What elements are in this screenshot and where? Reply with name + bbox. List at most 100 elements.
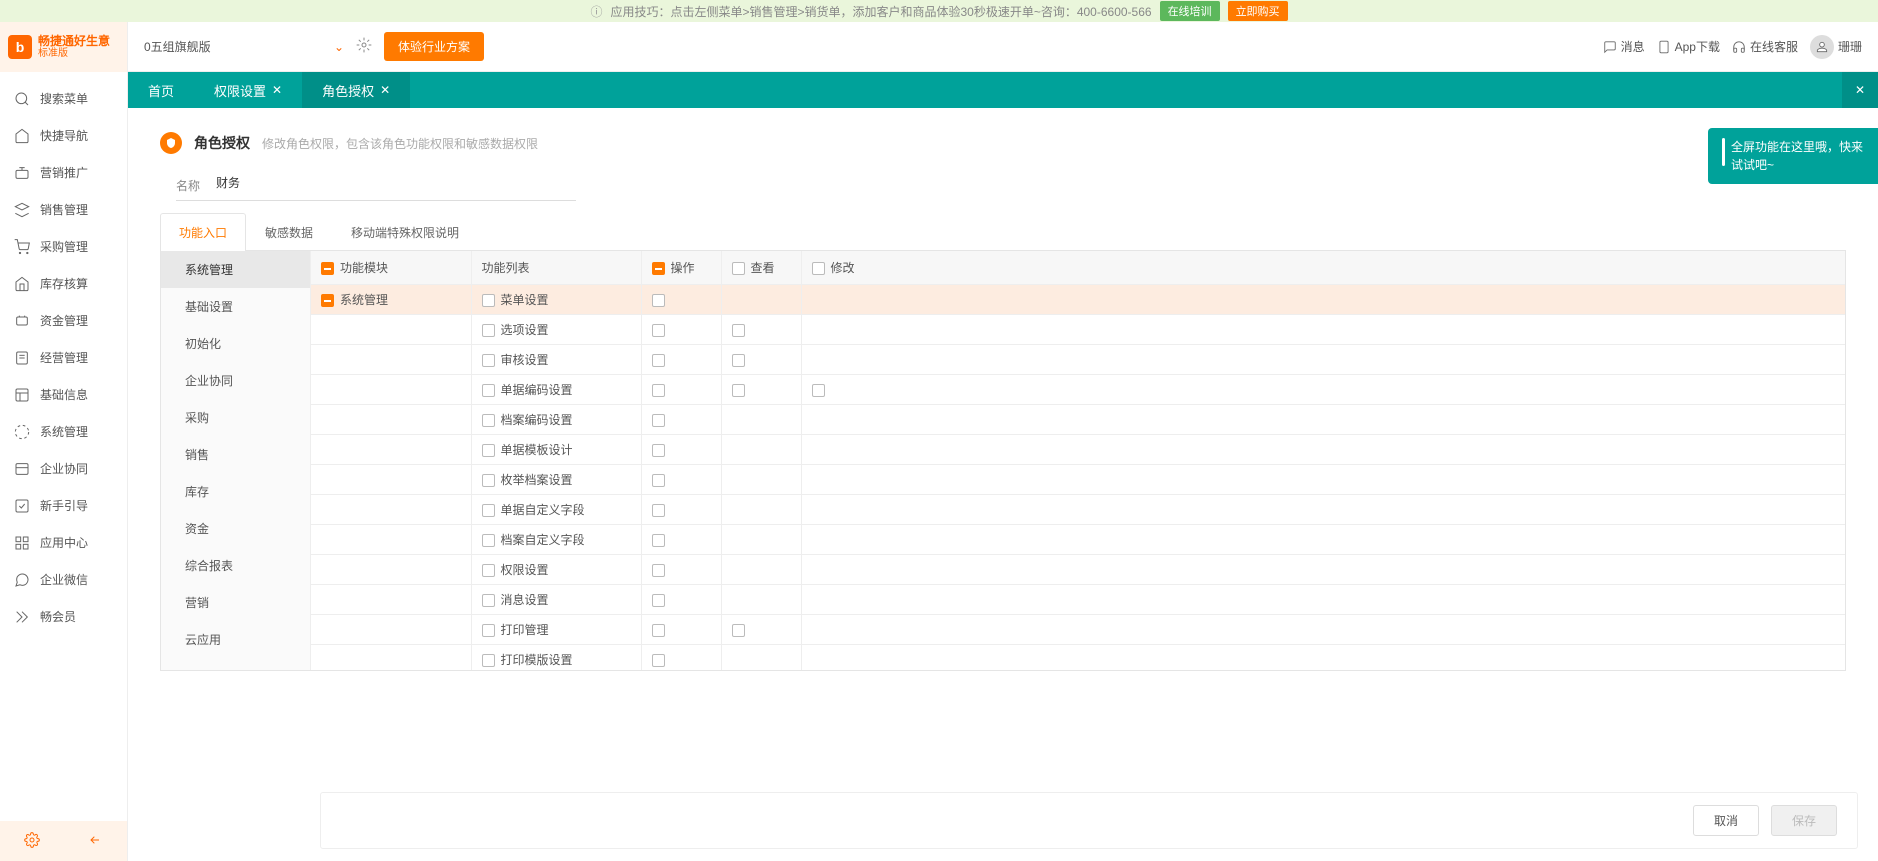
user-menu[interactable]: 珊珊 <box>1810 35 1862 59</box>
category-item-5[interactable]: 销售 <box>161 436 310 473</box>
checkbox[interactable] <box>812 384 825 397</box>
table-row: 选项设置 <box>311 315 1845 345</box>
tab-0[interactable]: 首页 <box>128 72 194 108</box>
category-item-3[interactable]: 企业协同 <box>161 362 310 399</box>
tenant-select[interactable]: 0五组旗舰版 ⌄ <box>144 38 344 55</box>
page-title: 角色授权 <box>194 133 250 153</box>
buy-button[interactable]: 立即购买 <box>1228 1 1288 21</box>
checkbox[interactable] <box>652 354 665 367</box>
checkbox[interactable] <box>482 414 495 427</box>
checkbox-all-edit[interactable] <box>812 262 825 275</box>
checkbox-group[interactable] <box>321 294 334 307</box>
tab-1[interactable]: 权限设置✕ <box>194 72 302 108</box>
checkbox[interactable] <box>652 444 665 457</box>
checkbox[interactable] <box>652 384 665 397</box>
category-item-0[interactable]: 系统管理 <box>161 251 310 288</box>
checkbox[interactable] <box>652 294 665 307</box>
category-item-2[interactable]: 初始化 <box>161 325 310 362</box>
logo[interactable]: b 畅捷通好生意 标准版 <box>0 22 127 72</box>
sidebar-item-10[interactable]: 企业协同 <box>0 450 127 487</box>
checkbox[interactable] <box>482 594 495 607</box>
category-item-7[interactable]: 资金 <box>161 510 310 547</box>
settings-icon[interactable] <box>24 832 40 851</box>
checkbox[interactable] <box>482 654 495 667</box>
tip-bubble[interactable]: 全屏功能在这里哦，快来试试吧~ <box>1708 128 1878 184</box>
checkbox[interactable] <box>482 474 495 487</box>
checkbox[interactable] <box>732 354 745 367</box>
sidebar-item-8[interactable]: 基础信息 <box>0 376 127 413</box>
close-icon[interactable]: ✕ <box>272 83 282 97</box>
checkbox[interactable] <box>482 384 495 397</box>
table-row: 权限设置 <box>311 555 1845 585</box>
checkbox[interactable] <box>482 444 495 457</box>
inner-tab-0[interactable]: 功能入口 <box>160 213 246 251</box>
cancel-button[interactable]: 取消 <box>1693 805 1759 836</box>
table-row: 消息设置 <box>311 585 1845 615</box>
sidebar-item-0[interactable]: 搜索菜单 <box>0 80 127 117</box>
save-button: 保存 <box>1771 805 1837 836</box>
sidebar-item-4[interactable]: 采购管理 <box>0 228 127 265</box>
collapse-icon[interactable] <box>87 832 103 851</box>
checkbox-all-op[interactable] <box>652 262 665 275</box>
sidebar-item-label: 搜索菜单 <box>40 90 88 107</box>
name-label: 名称 <box>176 177 200 194</box>
gear-icon[interactable] <box>356 37 372 56</box>
category-item-1[interactable]: 基础设置 <box>161 288 310 325</box>
inner-tab-1[interactable]: 敏感数据 <box>246 213 332 251</box>
category-item-6[interactable]: 库存 <box>161 473 310 510</box>
table-row: 枚举档案设置 <box>311 465 1845 495</box>
sidebar-item-5[interactable]: 库存核算 <box>0 265 127 302</box>
category-item-4[interactable]: 采购 <box>161 399 310 436</box>
checkbox[interactable] <box>652 624 665 637</box>
nav-icon <box>14 609 30 625</box>
sidebar-item-12[interactable]: 应用中心 <box>0 524 127 561</box>
app-download-link[interactable]: App下载 <box>1657 38 1720 55</box>
train-button[interactable]: 在线培训 <box>1160 1 1220 21</box>
checkbox[interactable] <box>652 324 665 337</box>
close-icon[interactable]: ✕ <box>380 83 390 97</box>
sidebar-item-3[interactable]: 销售管理 <box>0 191 127 228</box>
checkbox[interactable] <box>732 384 745 397</box>
sidebar-item-14[interactable]: 畅会员 <box>0 598 127 635</box>
sidebar-item-11[interactable]: 新手引导 <box>0 487 127 524</box>
category-item-9[interactable]: 营销 <box>161 584 310 621</box>
messages-link[interactable]: 消息 <box>1603 38 1645 55</box>
industry-plan-button[interactable]: 体验行业方案 <box>384 32 484 61</box>
checkbox[interactable] <box>652 504 665 517</box>
checkbox[interactable] <box>652 414 665 427</box>
checkbox[interactable] <box>482 504 495 517</box>
checkbox-all-module[interactable] <box>321 262 334 275</box>
checkbox[interactable] <box>652 534 665 547</box>
sidebar-item-7[interactable]: 经营管理 <box>0 339 127 376</box>
top-banner: ⓘ 应用技巧：点击左侧菜单>销售管理>销货单，添加客户和商品体验30秒极速开单~… <box>0 0 1878 22</box>
tab-2[interactable]: 角色授权✕ <box>302 72 410 108</box>
customer-service-link[interactable]: 在线客服 <box>1732 38 1798 55</box>
checkbox[interactable] <box>482 534 495 547</box>
sidebar-item-label: 企业微信 <box>40 571 88 588</box>
checkbox[interactable] <box>482 294 495 307</box>
inner-tab-2[interactable]: 移动端特殊权限说明 <box>332 213 478 251</box>
category-item-8[interactable]: 综合报表 <box>161 547 310 584</box>
checkbox[interactable] <box>732 624 745 637</box>
th-func: 功能列表 <box>471 251 641 285</box>
logo-sub: 标准版 <box>38 48 110 59</box>
nav-icon <box>14 461 30 477</box>
sidebar-item-13[interactable]: 企业微信 <box>0 561 127 598</box>
checkbox[interactable] <box>482 624 495 637</box>
sidebar-item-6[interactable]: 资金管理 <box>0 302 127 339</box>
checkbox[interactable] <box>652 564 665 577</box>
category-item-10[interactable]: 云应用 <box>161 621 310 658</box>
checkbox[interactable] <box>482 324 495 337</box>
close-all-tabs[interactable]: ✕ <box>1842 72 1878 108</box>
checkbox[interactable] <box>652 594 665 607</box>
checkbox[interactable] <box>732 324 745 337</box>
sidebar-item-2[interactable]: 营销推广 <box>0 154 127 191</box>
footer-bar: 取消 保存 <box>320 792 1858 849</box>
checkbox[interactable] <box>482 564 495 577</box>
checkbox[interactable] <box>652 474 665 487</box>
checkbox[interactable] <box>652 654 665 667</box>
sidebar-item-9[interactable]: 系统管理 <box>0 413 127 450</box>
checkbox[interactable] <box>482 354 495 367</box>
sidebar-item-1[interactable]: 快捷导航 <box>0 117 127 154</box>
checkbox-all-view[interactable] <box>732 262 745 275</box>
